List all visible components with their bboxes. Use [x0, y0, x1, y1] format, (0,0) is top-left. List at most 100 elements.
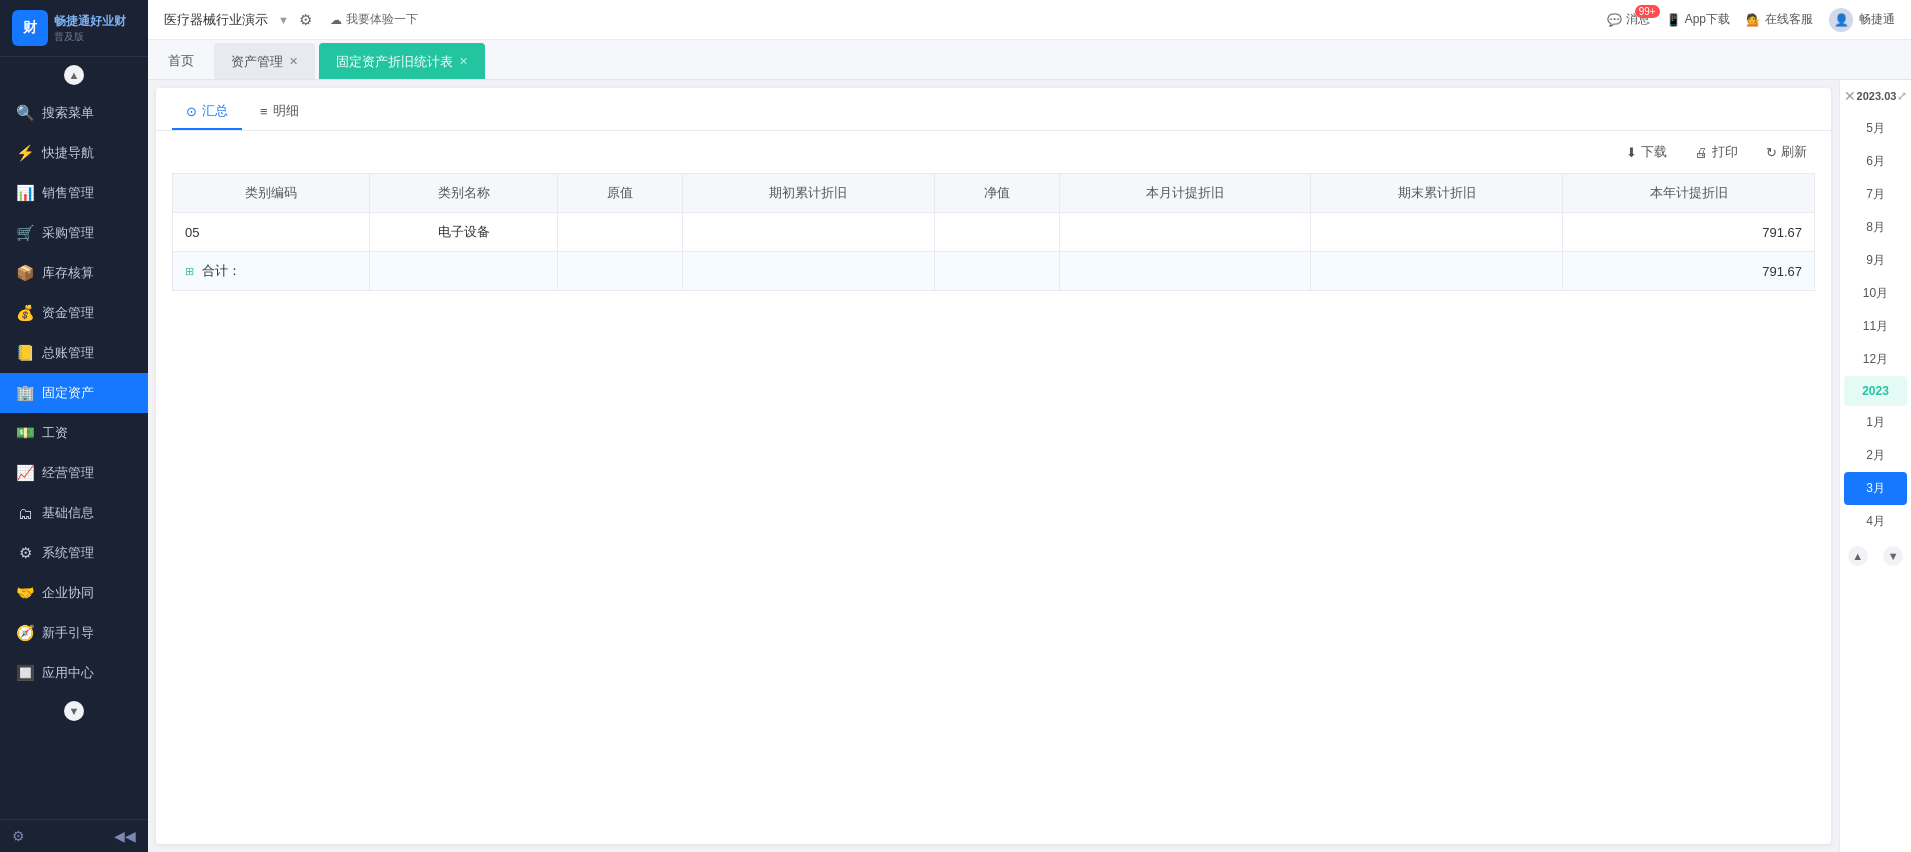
month-5[interactable]: 5月 [1840, 112, 1911, 145]
collab-icon: 🤝 [16, 584, 34, 602]
company-dropdown-icon[interactable]: ▼ [278, 14, 289, 26]
experience-button[interactable]: ☁ 我要体验一下 [330, 11, 418, 28]
user-button[interactable]: 👤 畅捷通 [1829, 8, 1895, 32]
month-10[interactable]: 10月 [1840, 277, 1911, 310]
month-12[interactable]: 12月 [1840, 343, 1911, 376]
row-annual-depr: 791.67 [1563, 213, 1815, 252]
app-download-button[interactable]: 📱 App下载 [1666, 11, 1730, 28]
print-icon: 🖨 [1695, 145, 1708, 160]
date-panel-title: 2023.03 [1857, 90, 1897, 102]
quicknav-icon: ⚡ [16, 144, 34, 162]
tab-depreciation-table[interactable]: 固定资产折旧统计表 ✕ [319, 43, 485, 79]
settings-icon[interactable]: ⚙ [12, 828, 25, 844]
total-name [370, 252, 558, 291]
tab-home[interactable]: 首页 [152, 43, 210, 79]
row-net-value [934, 213, 1059, 252]
month-8[interactable]: 8月 [1840, 211, 1911, 244]
search-icon: 🔍 [16, 104, 34, 122]
sidebar-item-system[interactable]: ⚙ 系统管理 [0, 533, 148, 573]
online-service-button[interactable]: 💁 在线客服 [1746, 11, 1813, 28]
sub-tab-summary[interactable]: ⊙ 汇总 [172, 96, 242, 130]
sidebar-item-inventory[interactable]: 📦 库存核算 [0, 253, 148, 293]
sub-tabs: ⊙ 汇总 ≡ 明细 [156, 88, 1831, 131]
summary-icon: ⊙ [186, 104, 197, 119]
date-nav: ▲ ▼ [1840, 538, 1911, 574]
fixed-assets-icon: 🏢 [16, 384, 34, 402]
row-initial-depr [683, 213, 935, 252]
total-icon: ⊞ [185, 265, 194, 277]
download-icon: ⬇ [1626, 145, 1637, 160]
date-nav-up[interactable]: ▲ [1848, 546, 1868, 566]
sidebar-item-collab[interactable]: 🤝 企业协同 [0, 573, 148, 613]
col-monthly-depr: 本月计提折旧 [1059, 174, 1311, 213]
topbar: 医疗器械行业演示 ▼ ⚙ ☁ 我要体验一下 💬 消息 99+ 📱 App下载 💁… [148, 0, 1911, 40]
inventory-icon: 📦 [16, 264, 34, 282]
date-nav-down[interactable]: ▼ [1883, 546, 1903, 566]
month-2023-1[interactable]: 1月 [1840, 406, 1911, 439]
month-2023-4[interactable]: 4月 [1840, 505, 1911, 538]
content-area: ⊙ 汇总 ≡ 明细 ⬇ 下载 🖨 打印 ↻ [156, 88, 1831, 844]
scroll-down[interactable]: ▼ [0, 693, 148, 729]
sidebar-item-apps[interactable]: 🔲 应用中心 [0, 653, 148, 693]
sidebar-item-ledger[interactable]: 📒 总账管理 [0, 333, 148, 373]
company-name: 医疗器械行业演示 [164, 11, 268, 29]
month-7[interactable]: 7月 [1840, 178, 1911, 211]
tab-asset-management[interactable]: 资产管理 ✕ [214, 43, 315, 79]
cloud-icon: ☁ [330, 13, 342, 27]
month-9[interactable]: 9月 [1840, 244, 1911, 277]
tabs-bar: 首页 资产管理 ✕ 固定资产折旧统计表 ✕ [148, 40, 1911, 80]
print-button[interactable]: 🖨 打印 [1687, 139, 1746, 165]
tab-depreciation-close[interactable]: ✕ [459, 55, 468, 68]
panel-expand-button[interactable]: ⤢ [1897, 89, 1907, 103]
sub-tab-detail[interactable]: ≡ 明细 [246, 96, 313, 130]
sidebar-item-payroll[interactable]: 💵 工资 [0, 413, 148, 453]
refresh-button[interactable]: ↻ 刷新 [1758, 139, 1815, 165]
total-row: ⊞ 合计： 791.67 [173, 252, 1815, 291]
settings-button[interactable]: ⚙ [299, 11, 312, 29]
apps-icon: 🔲 [16, 664, 34, 682]
date-panel-header: ✕ 2023.03 ⤢ [1840, 80, 1911, 112]
sidebar: 财 畅捷通好业财 普及版 ▲ 🔍 搜索菜单 ⚡ 快捷导航 📊 销售管理 🛒 采购… [0, 0, 148, 852]
collapse-icon[interactable]: ◀◀ [114, 828, 136, 844]
sidebar-item-search[interactable]: 🔍 搜索菜单 [0, 93, 148, 133]
content-outer: ⊙ 汇总 ≡ 明细 ⬇ 下载 🖨 打印 ↻ [148, 80, 1911, 852]
depreciation-table: 类别编码 类别名称 原值 期初累计折旧 净值 本月计提折旧 期末累计折旧 本年计… [172, 173, 1815, 291]
col-initial-depr: 期初累计折旧 [683, 174, 935, 213]
row-original [558, 213, 683, 252]
sidebar-item-sales[interactable]: 📊 销售管理 [0, 173, 148, 213]
month-2023-3[interactable]: 3月 [1844, 472, 1907, 505]
sidebar-item-basic-info[interactable]: 🗂 基础信息 [0, 493, 148, 533]
panel-close-button[interactable]: ✕ [1844, 88, 1856, 104]
sidebar-item-purchase[interactable]: 🛒 采购管理 [0, 213, 148, 253]
sidebar-item-fixed-assets[interactable]: 🏢 固定资产 [0, 373, 148, 413]
sidebar-item-funds[interactable]: 💰 资金管理 [0, 293, 148, 333]
download-button[interactable]: ⬇ 下载 [1618, 139, 1675, 165]
col-end-depr: 期末累计折旧 [1311, 174, 1563, 213]
logo-icon: 财 [12, 10, 48, 46]
logo-text: 畅捷通好业财 普及版 [54, 13, 126, 44]
ledger-icon: 📒 [16, 344, 34, 362]
month-11[interactable]: 11月 [1840, 310, 1911, 343]
tab-asset-management-close[interactable]: ✕ [289, 55, 298, 68]
message-icon: 💬 [1607, 13, 1622, 27]
total-monthly-depr [1059, 252, 1311, 291]
messages-button[interactable]: 💬 消息 99+ [1607, 11, 1650, 28]
main-area: 医疗器械行业演示 ▼ ⚙ ☁ 我要体验一下 💬 消息 99+ 📱 App下载 💁… [148, 0, 1911, 852]
table-toolbar: ⬇ 下载 🖨 打印 ↻ 刷新 [156, 131, 1831, 173]
month-2023-2[interactable]: 2月 [1840, 439, 1911, 472]
sidebar-item-guide[interactable]: 🧭 新手引导 [0, 613, 148, 653]
funds-icon: 💰 [16, 304, 34, 322]
sales-icon: 📊 [16, 184, 34, 202]
date-panel: ✕ 2023.03 ⤢ 5月 6月 7月 8月 9月 10月 11月 12月 2… [1839, 80, 1911, 852]
total-label: ⊞ 合计： [173, 252, 370, 291]
month-6[interactable]: 6月 [1840, 145, 1911, 178]
scroll-up[interactable]: ▲ [0, 57, 148, 93]
topbar-right: 💬 消息 99+ 📱 App下载 💁 在线客服 👤 畅捷通 [1607, 8, 1895, 32]
sidebar-item-quicknav[interactable]: ⚡ 快捷导航 [0, 133, 148, 173]
col-annual-depr: 本年计提折旧 [1563, 174, 1815, 213]
sidebar-item-operations[interactable]: 📈 经营管理 [0, 453, 148, 493]
payroll-icon: 💵 [16, 424, 34, 442]
purchase-icon: 🛒 [16, 224, 34, 242]
row-name: 电子设备 [370, 213, 558, 252]
col-original: 原值 [558, 174, 683, 213]
